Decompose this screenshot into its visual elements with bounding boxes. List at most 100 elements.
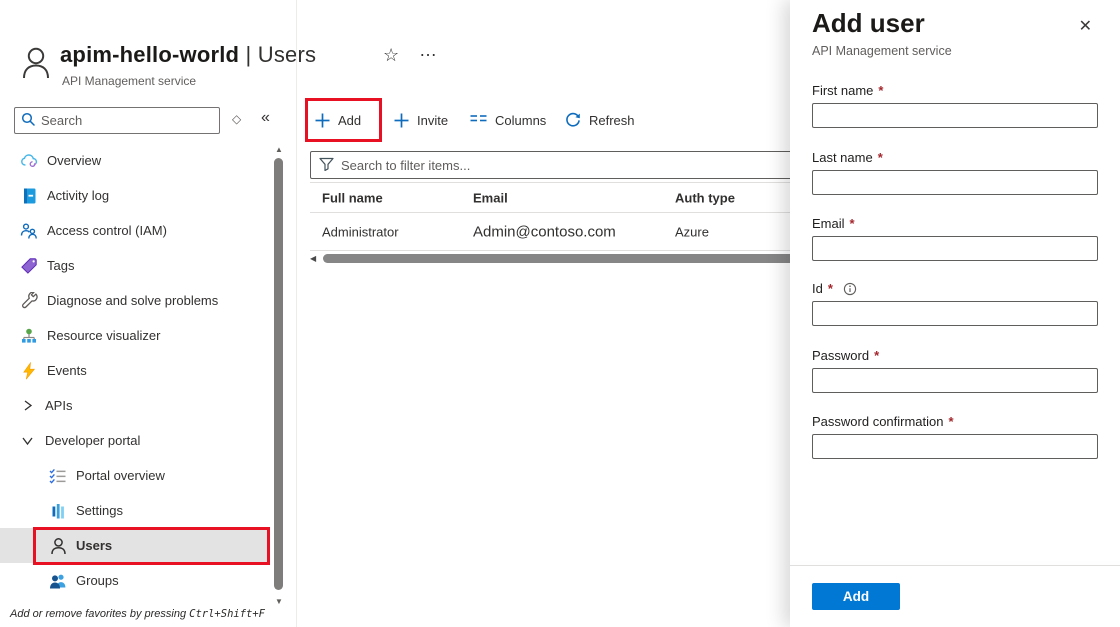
sidebar-item-tags[interactable]: Tags xyxy=(0,248,270,283)
access-control-icon xyxy=(20,222,38,240)
favorites-hint-keys: Ctrl+Shift+F xyxy=(189,608,265,620)
password-field: Password * xyxy=(812,347,1098,393)
sidebar-item-label: Settings xyxy=(76,503,123,518)
sidebar-item-resource-visualizer[interactable]: Resource visualizer xyxy=(0,318,270,353)
person-icon xyxy=(49,537,67,555)
wrench-icon xyxy=(20,292,38,310)
column-header-full-name[interactable]: Full name xyxy=(322,190,383,205)
info-icon[interactable] xyxy=(843,282,857,296)
tag-icon xyxy=(20,257,38,275)
collapse-sidebar-icon[interactable]: « xyxy=(261,109,270,127)
sidebar-item-access-control[interactable]: Access control (IAM) xyxy=(0,213,270,248)
plus-icon xyxy=(394,113,409,128)
add-button-label: Add xyxy=(338,113,361,128)
groups-icon xyxy=(49,572,67,590)
resource-visualizer-icon xyxy=(20,327,38,345)
columns-icon xyxy=(470,114,487,127)
pin-menu-icon[interactable]: ◇ xyxy=(232,112,241,126)
plus-icon xyxy=(315,113,330,128)
sidebar-item-diagnose[interactable]: Diagnose and solve problems xyxy=(0,283,270,318)
column-header-auth-type[interactable]: Auth type xyxy=(675,190,735,205)
sidebar-item-apis[interactable]: APIs xyxy=(0,388,270,423)
sidebar-item-events[interactable]: Events xyxy=(0,353,270,388)
sidebar-item-label: Portal overview xyxy=(76,468,165,483)
sidebar-divider xyxy=(296,0,297,627)
checklist-icon xyxy=(49,467,67,485)
sidebar-item-label: Overview xyxy=(47,153,101,168)
sidebar-item-users[interactable]: Users xyxy=(0,528,270,563)
scroll-up-icon[interactable]: ▲ xyxy=(272,145,286,154)
required-marker: * xyxy=(850,216,855,231)
table-header: Full name Email Auth type xyxy=(310,182,796,213)
sidebar-item-portal-overview[interactable]: Portal overview xyxy=(0,458,270,493)
sidebar-item-activity-log[interactable]: Activity log xyxy=(0,178,270,213)
sidebar-item-label: Diagnose and solve problems xyxy=(47,293,218,308)
required-marker: * xyxy=(828,281,833,296)
filter-search-input[interactable] xyxy=(341,158,785,173)
activity-log-icon xyxy=(20,187,38,205)
table-scrollbar-thumb[interactable] xyxy=(323,254,796,263)
email-input[interactable] xyxy=(812,236,1098,261)
columns-button[interactable]: Columns xyxy=(470,106,546,134)
scroll-left-icon[interactable]: ◀ xyxy=(310,254,316,263)
sidebar-item-label: Events xyxy=(47,363,87,378)
sidebar-item-label: Users xyxy=(76,538,112,553)
invite-button[interactable]: Invite xyxy=(394,106,448,134)
table-horizontal-scrollbar[interactable]: ◀ xyxy=(310,253,796,265)
sidebar-search-box[interactable] xyxy=(14,107,220,134)
overview-cloud-icon xyxy=(20,152,38,170)
refresh-button-label: Refresh xyxy=(589,113,635,128)
last-name-input[interactable] xyxy=(812,170,1098,195)
id-input[interactable] xyxy=(812,301,1098,326)
favorite-star-icon[interactable]: ☆ xyxy=(383,45,399,66)
resource-name: apim-hello-world xyxy=(60,42,239,67)
submit-add-button[interactable]: Add xyxy=(812,583,900,610)
sidebar-search-input[interactable] xyxy=(41,113,213,128)
close-icon[interactable]: ✕ xyxy=(1079,16,1092,36)
password-confirmation-input[interactable] xyxy=(812,434,1098,459)
password-confirmation-field: Password confirmation * xyxy=(812,413,1098,459)
sidebar-scrollbar[interactable]: ▲ ▼ xyxy=(272,145,286,606)
password-input[interactable] xyxy=(812,368,1098,393)
cell-auth-type: Azure xyxy=(675,224,709,239)
sidebar-item-groups[interactable]: Groups xyxy=(0,563,270,598)
cell-full-name: Administrator xyxy=(322,224,399,239)
chevron-right-icon xyxy=(21,397,33,415)
scroll-down-icon[interactable]: ▼ xyxy=(272,597,286,606)
sidebar-item-label: APIs xyxy=(45,398,72,413)
sidebar-item-label: Activity log xyxy=(47,188,109,203)
panel-title: Add user xyxy=(812,8,925,39)
table-row[interactable]: Administrator Admin@contoso.com Azure xyxy=(310,213,796,251)
required-marker: * xyxy=(878,83,883,98)
sidebar-item-developer-portal[interactable]: Developer portal xyxy=(0,423,270,458)
favorites-hint-text: Add or remove favorites by pressing xyxy=(10,608,189,620)
email-label: Email xyxy=(812,216,845,231)
password-label: Password xyxy=(812,348,869,363)
add-button[interactable]: Add xyxy=(315,106,361,134)
more-menu-icon[interactable]: … xyxy=(419,40,438,61)
page-name: Users xyxy=(258,42,316,67)
sidebar-item-overview[interactable]: Overview xyxy=(0,143,270,178)
sidebar-item-label: Developer portal xyxy=(45,433,140,448)
filter-search-box[interactable] xyxy=(310,151,794,179)
add-user-panel: Add user ✕ API Management service First … xyxy=(790,0,1120,627)
title-divider: | xyxy=(239,42,258,67)
panel-subtitle: API Management service xyxy=(812,44,952,58)
column-header-email[interactable]: Email xyxy=(473,190,508,205)
first-name-label: First name xyxy=(812,83,873,98)
sidebar-scrollbar-thumb[interactable] xyxy=(274,158,283,590)
sidebar-item-label: Tags xyxy=(47,258,74,273)
columns-button-label: Columns xyxy=(495,113,546,128)
search-icon xyxy=(21,112,35,129)
refresh-button[interactable]: Refresh xyxy=(565,106,635,134)
sidebar-item-label: Resource visualizer xyxy=(47,328,160,343)
id-field: Id * xyxy=(812,280,1098,326)
email-field: Email * xyxy=(812,215,1098,261)
sidebar-item-settings[interactable]: Settings xyxy=(0,493,270,528)
last-name-label: Last name xyxy=(812,150,873,165)
sidebar-nav: Overview Activity log Access control (IA… xyxy=(0,143,270,598)
first-name-field: First name * xyxy=(812,82,1098,128)
service-type-label: API Management service xyxy=(62,74,196,88)
first-name-input[interactable] xyxy=(812,103,1098,128)
invite-button-label: Invite xyxy=(417,113,448,128)
